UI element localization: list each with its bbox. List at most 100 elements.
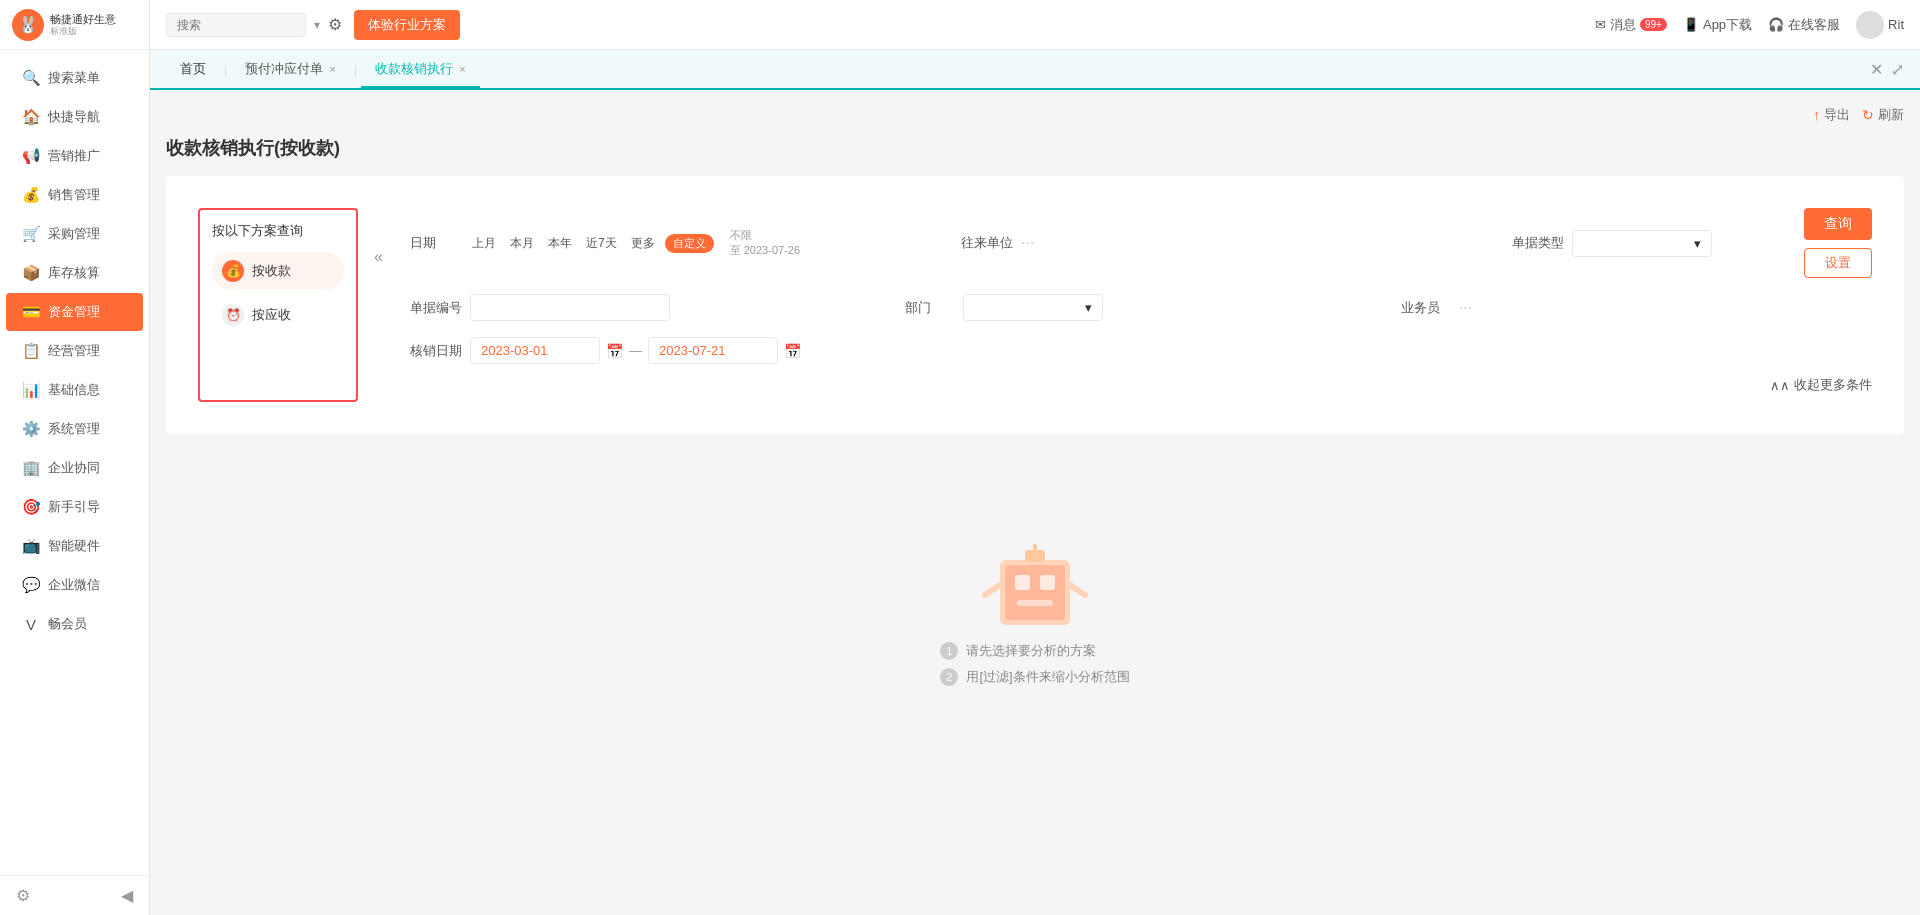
date-custom-badge[interactable]: 自定义 bbox=[665, 234, 714, 253]
sidebar-item-inventory[interactable]: 📦 库存核算 bbox=[6, 254, 143, 292]
date-last-month[interactable]: 上月 bbox=[468, 233, 500, 254]
sidebar-item-base-info[interactable]: 📊 基础信息 bbox=[6, 371, 143, 409]
sidebar-item-enterprise[interactable]: 🏢 企业协同 bbox=[6, 449, 143, 487]
export-button[interactable]: ↑ 导出 bbox=[1813, 106, 1850, 124]
sidebar-item-operation[interactable]: 📋 经营管理 bbox=[6, 332, 143, 370]
topbar-app-download[interactable]: 📱 App下载 bbox=[1683, 16, 1752, 34]
sidebar-item-member[interactable]: V 畅会员 bbox=[6, 605, 143, 643]
sidebar-label-capital: 资金管理 bbox=[48, 303, 100, 321]
tab-collection-close-icon[interactable]: × bbox=[459, 63, 465, 75]
sidebar-label-search-menu: 搜索菜单 bbox=[48, 69, 100, 87]
filter-option-receipt[interactable]: 💰 按收款 bbox=[212, 252, 344, 290]
filter-docno-field: 单据编号 bbox=[410, 294, 881, 321]
date-this-month[interactable]: 本月 bbox=[506, 233, 538, 254]
tabbar: 首页 | 预付冲应付单 × | 收款核销执行 × ✕ ⤢ bbox=[150, 50, 1920, 90]
sidebar-item-sales[interactable]: 💰 销售管理 bbox=[6, 176, 143, 214]
collapse-sidebar-icon[interactable]: ◀ bbox=[121, 886, 133, 905]
sidebar-item-purchase[interactable]: 🛒 采购管理 bbox=[6, 215, 143, 253]
collapse-more-button[interactable]: ∧∧ 收起更多条件 bbox=[410, 368, 1872, 402]
svg-rect-3 bbox=[1040, 575, 1055, 590]
svg-line-8 bbox=[1070, 585, 1085, 595]
filter-fields: 日期 上月 本月 本年 近7天 更多 自定义 bbox=[410, 208, 1872, 402]
query-button[interactable]: 查询 bbox=[1804, 208, 1872, 240]
verify-end-input[interactable] bbox=[648, 337, 778, 364]
sidebar-item-search-menu[interactable]: 🔍 搜索菜单 bbox=[6, 59, 143, 97]
sidebar-label-weixin: 企业微信 bbox=[48, 576, 100, 594]
date-this-year[interactable]: 本年 bbox=[544, 233, 576, 254]
dept-select[interactable]: ▾ bbox=[963, 294, 1103, 321]
verify-date-range: 📅 — 📅 bbox=[470, 337, 801, 364]
filter-doctype-field: 单据类型 ▾ bbox=[1512, 230, 1772, 257]
topbar-gear-icon[interactable]: ⚙ bbox=[328, 15, 342, 34]
sidebar-item-hardware[interactable]: 📺 智能硬件 bbox=[6, 527, 143, 565]
receivable-icon: ⏰ bbox=[222, 304, 244, 326]
logo-icon: 🐰 bbox=[12, 9, 44, 41]
sidebar-icon-hardware: 📺 bbox=[22, 537, 40, 555]
sidebar-item-capital[interactable]: 💳 资金管理 bbox=[6, 293, 143, 331]
sidebar-icon-guide: 🎯 bbox=[22, 498, 40, 516]
topbar-search-area: ▾ ⚙ bbox=[166, 13, 342, 37]
sidebar-item-marketing[interactable]: 📢 营销推广 bbox=[6, 137, 143, 175]
sidebar-icon-purchase: 🛒 bbox=[22, 225, 40, 243]
doctype-select-arrow: ▾ bbox=[1694, 236, 1701, 251]
verify-date-label: 核销日期 bbox=[410, 342, 462, 360]
sidebar-icon-inventory: 📦 bbox=[22, 264, 40, 282]
tab-close-all-icon[interactable]: ✕ bbox=[1870, 60, 1883, 79]
refresh-icon: ↻ bbox=[1862, 107, 1874, 123]
svg-line-7 bbox=[985, 585, 1000, 595]
sidebar-item-sys-mgmt[interactable]: ⚙️ 系统管理 bbox=[6, 410, 143, 448]
tab-prepay-close-icon[interactable]: × bbox=[329, 63, 335, 75]
tab-home[interactable]: 首页 bbox=[166, 52, 220, 88]
sidebar-icon-enterprise: 🏢 bbox=[22, 459, 40, 477]
verify-start-input[interactable] bbox=[470, 337, 600, 364]
doctype-select[interactable]: ▾ bbox=[1572, 230, 1712, 257]
date-more[interactable]: 更多 bbox=[627, 233, 659, 254]
sidebar-label-sys-mgmt: 系统管理 bbox=[48, 420, 100, 438]
tab-divider-1: | bbox=[224, 62, 227, 77]
sidebar-item-quick-nav[interactable]: 🏠 快捷导航 bbox=[6, 98, 143, 136]
sidebar-menu: 🔍 搜索菜单 🏠 快捷导航 📢 营销推广 💰 销售管理 🛒 采购管理 📦 库存核… bbox=[0, 50, 149, 875]
tab-prepay-label: 预付冲应付单 bbox=[245, 60, 323, 78]
tab-prepay[interactable]: 预付冲应付单 × bbox=[231, 52, 349, 88]
tab-collection[interactable]: 收款核销执行 × bbox=[361, 52, 479, 88]
empty-hint-2: 2 用[过滤]条件来缩小分析范围 bbox=[940, 668, 1129, 686]
doctype-label: 单据类型 bbox=[1512, 234, 1564, 252]
refresh-button[interactable]: ↻ 刷新 bbox=[1862, 106, 1904, 124]
date-unlimited: 不限 至 2023-07-26 bbox=[730, 228, 800, 258]
filter-row-1: 日期 上月 本月 本年 近7天 更多 自定义 bbox=[410, 208, 1872, 278]
topbar-search-input[interactable] bbox=[166, 13, 306, 37]
docno-input[interactable] bbox=[470, 294, 670, 321]
tab-collection-label: 收款核销执行 bbox=[375, 60, 453, 78]
settings-footer-icon[interactable]: ⚙ bbox=[16, 886, 30, 905]
phone-icon: 📱 bbox=[1683, 17, 1699, 32]
app-logo: 🐰 畅捷通好生意 标准版 bbox=[0, 0, 149, 50]
topbar-customer-service[interactable]: 🎧 在线客服 bbox=[1768, 16, 1840, 34]
tab-divider-2: | bbox=[354, 62, 357, 77]
verify-start-calendar-icon[interactable]: 📅 bbox=[606, 343, 623, 359]
staff-label: 业务员 bbox=[1401, 299, 1451, 317]
sidebar-icon-marketing: 📢 bbox=[22, 147, 40, 165]
filter-receipt-label: 按收款 bbox=[252, 262, 291, 280]
filter-verify-date-field: 核销日期 📅 — 📅 bbox=[410, 337, 1872, 364]
empty-state: 1 请先选择要分析的方案 2 用[过滤]条件来缩小分析范围 bbox=[166, 450, 1904, 766]
filter-option-receivable[interactable]: ⏰ 按应收 bbox=[212, 296, 344, 334]
sidebar-item-weixin[interactable]: 💬 企业微信 bbox=[6, 566, 143, 604]
verify-end-calendar-icon[interactable]: 📅 bbox=[784, 343, 801, 359]
partner-label: 往来单位 bbox=[961, 234, 1013, 252]
topbar-user[interactable]: Rit bbox=[1856, 11, 1904, 39]
dept-select-arrow: ▾ bbox=[1085, 300, 1092, 315]
sidebar-item-guide[interactable]: 🎯 新手引导 bbox=[6, 488, 143, 526]
page-title: 收款核销执行(按收款) bbox=[166, 136, 1904, 160]
tab-expand-icon[interactable]: ⤢ bbox=[1891, 60, 1904, 79]
staff-dots: ··· bbox=[1459, 299, 1472, 317]
sidebar-label-member: 畅会员 bbox=[48, 615, 87, 633]
date-7days[interactable]: 近7天 bbox=[582, 233, 621, 254]
topbar-chevron-icon[interactable]: ▾ bbox=[314, 18, 320, 32]
industry-solution-button[interactable]: 体验行业方案 bbox=[354, 10, 460, 40]
settings-button[interactable]: 设置 bbox=[1804, 248, 1872, 278]
filter-collapse-button[interactable]: « bbox=[374, 248, 394, 266]
svg-rect-1 bbox=[1005, 565, 1065, 620]
topbar-message[interactable]: ✉ 消息 99+ bbox=[1595, 16, 1667, 34]
date-label: 日期 bbox=[410, 234, 460, 252]
filter-action-buttons: 查询 设置 bbox=[1804, 208, 1872, 278]
